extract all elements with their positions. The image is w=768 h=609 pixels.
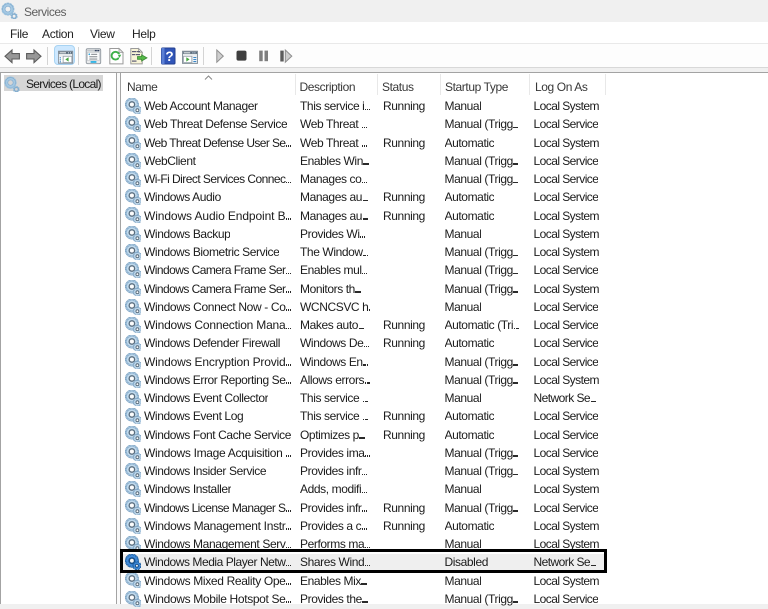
svg-text:?: ? <box>165 49 173 64</box>
